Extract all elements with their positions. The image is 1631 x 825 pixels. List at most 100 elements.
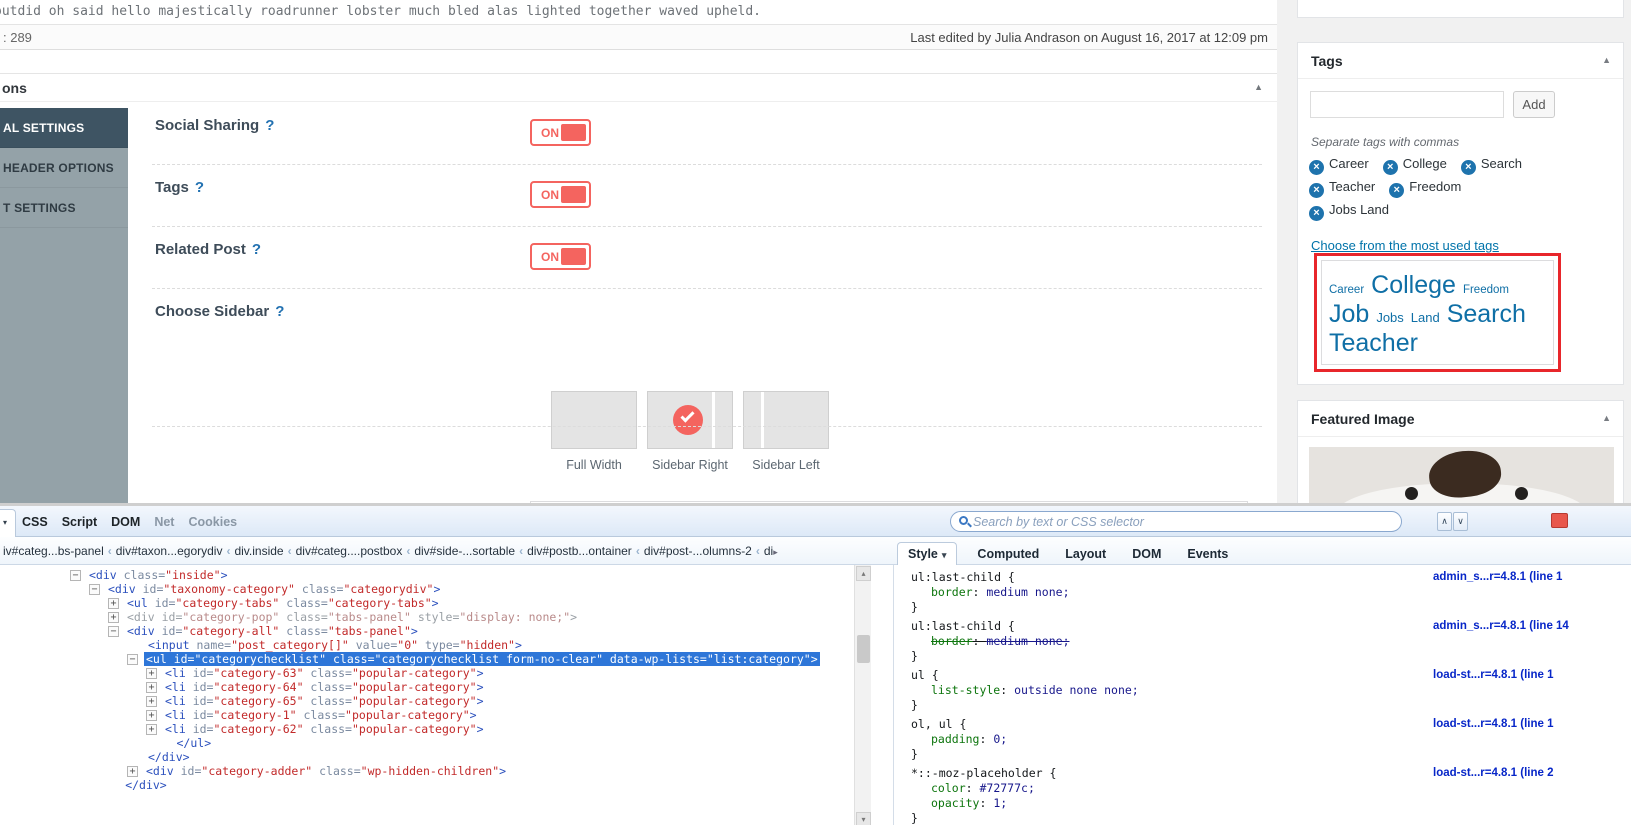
tag-cloud-item[interactable]: Jobs: [1376, 310, 1403, 325]
breadcrumb-item[interactable]: div.inside: [234, 544, 283, 558]
remove-tag-icon[interactable]: ×: [1309, 160, 1324, 175]
search-next-button[interactable]: ∨: [1453, 512, 1468, 531]
breadcrumb-item[interactable]: div#categ....postbox: [296, 544, 403, 558]
featured-image-thumbnail[interactable]: [1309, 447, 1614, 509]
help-icon[interactable]: ?: [195, 179, 204, 196]
tree-row[interactable]: + <li id="category-65" class="popular-cat…: [0, 694, 852, 708]
css-declaration[interactable]: color: #72777c;: [897, 781, 1631, 796]
expand-icon[interactable]: +: [108, 598, 119, 609]
breadcrumb-overflow-icon[interactable]: ▸: [773, 547, 778, 557]
devtools-tab-net[interactable]: Net: [154, 515, 174, 529]
scrollbar-thumb[interactable]: [857, 635, 870, 663]
css-declaration[interactable]: border: medium none;: [897, 634, 1631, 649]
breadcrumb-item[interactable]: div#postb...ontainer: [527, 544, 632, 558]
devtools-tab-css[interactable]: CSS: [22, 515, 48, 529]
remove-tag-icon[interactable]: ×: [1309, 206, 1324, 221]
css-declaration[interactable]: padding: 0;: [897, 732, 1631, 747]
css-source-link[interactable]: load-st...r=4.8.1 (line 1: [1433, 668, 1553, 683]
breadcrumb-item[interactable]: div#side-...sortable: [414, 544, 515, 558]
expand-icon[interactable]: +: [146, 710, 157, 721]
remove-tag-icon[interactable]: ×: [1309, 183, 1324, 198]
tree-row[interactable]: <input name="post_category[]" value="0" …: [0, 638, 852, 652]
social-sharing-toggle[interactable]: ON: [530, 119, 591, 146]
sidebar-menu-item[interactable]: AL SETTINGS: [0, 108, 128, 148]
devtools-tab-script[interactable]: Script: [62, 515, 97, 529]
style-tab-computed[interactable]: Computed: [971, 543, 1045, 565]
featured-image-header[interactable]: Featured Image ▲: [1298, 401, 1623, 437]
expand-icon[interactable]: +: [108, 612, 119, 623]
remove-tag-icon[interactable]: ×: [1389, 183, 1405, 198]
css-declaration[interactable]: list-style: outside none none;: [897, 683, 1631, 698]
sidebar-option-right[interactable]: [647, 391, 733, 449]
breadcrumb-item[interactable]: div#post-...olumns-2: [644, 544, 752, 558]
tag-cloud-item[interactable]: College: [1371, 271, 1456, 300]
style-tab-dom[interactable]: DOM: [1126, 543, 1167, 565]
help-icon[interactable]: ?: [252, 241, 261, 258]
tree-row[interactable]: − <div id="taxonomy-category" class="cate…: [0, 582, 852, 596]
collapse-icon[interactable]: −: [70, 570, 81, 581]
post-content-editor[interactable]: outdid oh said hello majestically roadru…: [0, 0, 1277, 25]
css-source-link[interactable]: admin_s...r=4.8.1 (line 14: [1433, 619, 1569, 634]
collapse-icon[interactable]: −: [127, 654, 138, 665]
css-source-link[interactable]: load-st...r=4.8.1 (line 1: [1433, 717, 1553, 732]
tag-cloud-item[interactable]: Teacher: [1329, 329, 1418, 358]
sidebar-option-full-width[interactable]: [551, 391, 637, 449]
collapse-arrow-icon[interactable]: ▲: [1254, 82, 1263, 92]
expand-icon[interactable]: +: [146, 668, 157, 679]
style-tab-layout[interactable]: Layout: [1059, 543, 1112, 565]
collapse-arrow-icon[interactable]: ▲: [1602, 413, 1611, 423]
expand-icon[interactable]: +: [146, 682, 157, 693]
add-tag-button[interactable]: Add: [1513, 91, 1555, 118]
tag-cloud-item[interactable]: Career: [1329, 284, 1364, 296]
tree-row[interactable]: − <div class="inside">: [0, 568, 852, 582]
sidebar-menu-item[interactable]: HEADER OPTIONS: [0, 148, 128, 188]
tree-row[interactable]: + <li id="category-64" class="popular-cat…: [0, 680, 852, 694]
scroll-up-icon[interactable]: ▴: [856, 566, 871, 581]
most-used-tags-link[interactable]: Choose from the most used tags: [1311, 238, 1499, 253]
css-declaration[interactable]: border: medium none;: [897, 585, 1631, 600]
sidebar-menu-item[interactable]: T SETTINGS: [0, 188, 128, 228]
css-declaration[interactable]: opacity: 1;: [897, 796, 1631, 811]
tree-row[interactable]: </ul>: [0, 736, 852, 750]
style-tab-events[interactable]: Events: [1181, 543, 1234, 565]
collapse-arrow-icon[interactable]: ▲: [1602, 55, 1611, 65]
expand-icon[interactable]: +: [127, 766, 138, 777]
devtools-tab-cookies[interactable]: Cookies: [188, 515, 237, 529]
tag-cloud-item[interactable]: Freedom: [1463, 284, 1509, 296]
collapse-icon[interactable]: −: [89, 584, 100, 595]
css-source-link[interactable]: admin_s...r=4.8.1 (line 1: [1433, 570, 1562, 585]
tree-row[interactable]: − <ul id="categorychecklist" class="categ…: [0, 652, 852, 666]
expand-icon[interactable]: +: [146, 724, 157, 735]
tree-row[interactable]: + <ul id="category-tabs" class="category-…: [0, 596, 852, 610]
tags-toggle[interactable]: ON: [530, 181, 591, 208]
tree-row[interactable]: + <div id="category-adder" class="wp-hidd…: [0, 764, 852, 778]
tree-row[interactable]: </div>: [0, 750, 852, 764]
style-tab-style[interactable]: Style ▾: [897, 542, 958, 566]
remove-tag-icon[interactable]: ×: [1382, 160, 1398, 175]
tree-row[interactable]: + <li id="category-62" class="popular-cat…: [0, 722, 852, 736]
css-source-link[interactable]: load-st...r=4.8.1 (line 2: [1433, 766, 1553, 781]
breadcrumb-item[interactable]: di: [764, 544, 773, 558]
sidebar-option-left[interactable]: [743, 391, 829, 449]
tree-row[interactable]: + <li id="category-1" class="popular-cate…: [0, 708, 852, 722]
search-prev-button[interactable]: ∧: [1437, 512, 1452, 531]
tree-row[interactable]: + <li id="category-63" class="popular-cat…: [0, 666, 852, 680]
scroll-down-icon[interactable]: ▾: [856, 812, 871, 825]
tree-row[interactable]: − <div id="category-all" class="tabs-pane…: [0, 624, 852, 638]
tag-cloud-item[interactable]: Search: [1447, 300, 1526, 329]
tags-panel-header[interactable]: Tags ▲: [1298, 43, 1623, 79]
help-icon[interactable]: ?: [265, 117, 274, 134]
html-tab-stub[interactable]: ▾: [0, 509, 16, 537]
related-post-toggle[interactable]: ON: [530, 243, 591, 270]
expand-icon[interactable]: +: [146, 696, 157, 707]
tree-row[interactable]: + <div id="category-pop" class="tabs-pane…: [0, 610, 852, 624]
breadcrumb-item[interactable]: div#taxon...egorydiv: [116, 544, 223, 558]
remove-tag-icon[interactable]: ×: [1460, 160, 1476, 175]
collapse-icon[interactable]: −: [108, 626, 119, 637]
new-tag-input[interactable]: [1310, 91, 1504, 118]
breadcrumb-item[interactable]: iv#categ...bs-panel: [3, 544, 104, 558]
devtools-close-button[interactable]: [1551, 513, 1568, 528]
tree-row[interactable]: </div>: [0, 778, 852, 792]
devtools-search-input[interactable]: [973, 513, 1393, 530]
tag-cloud-item[interactable]: Job: [1329, 300, 1369, 329]
